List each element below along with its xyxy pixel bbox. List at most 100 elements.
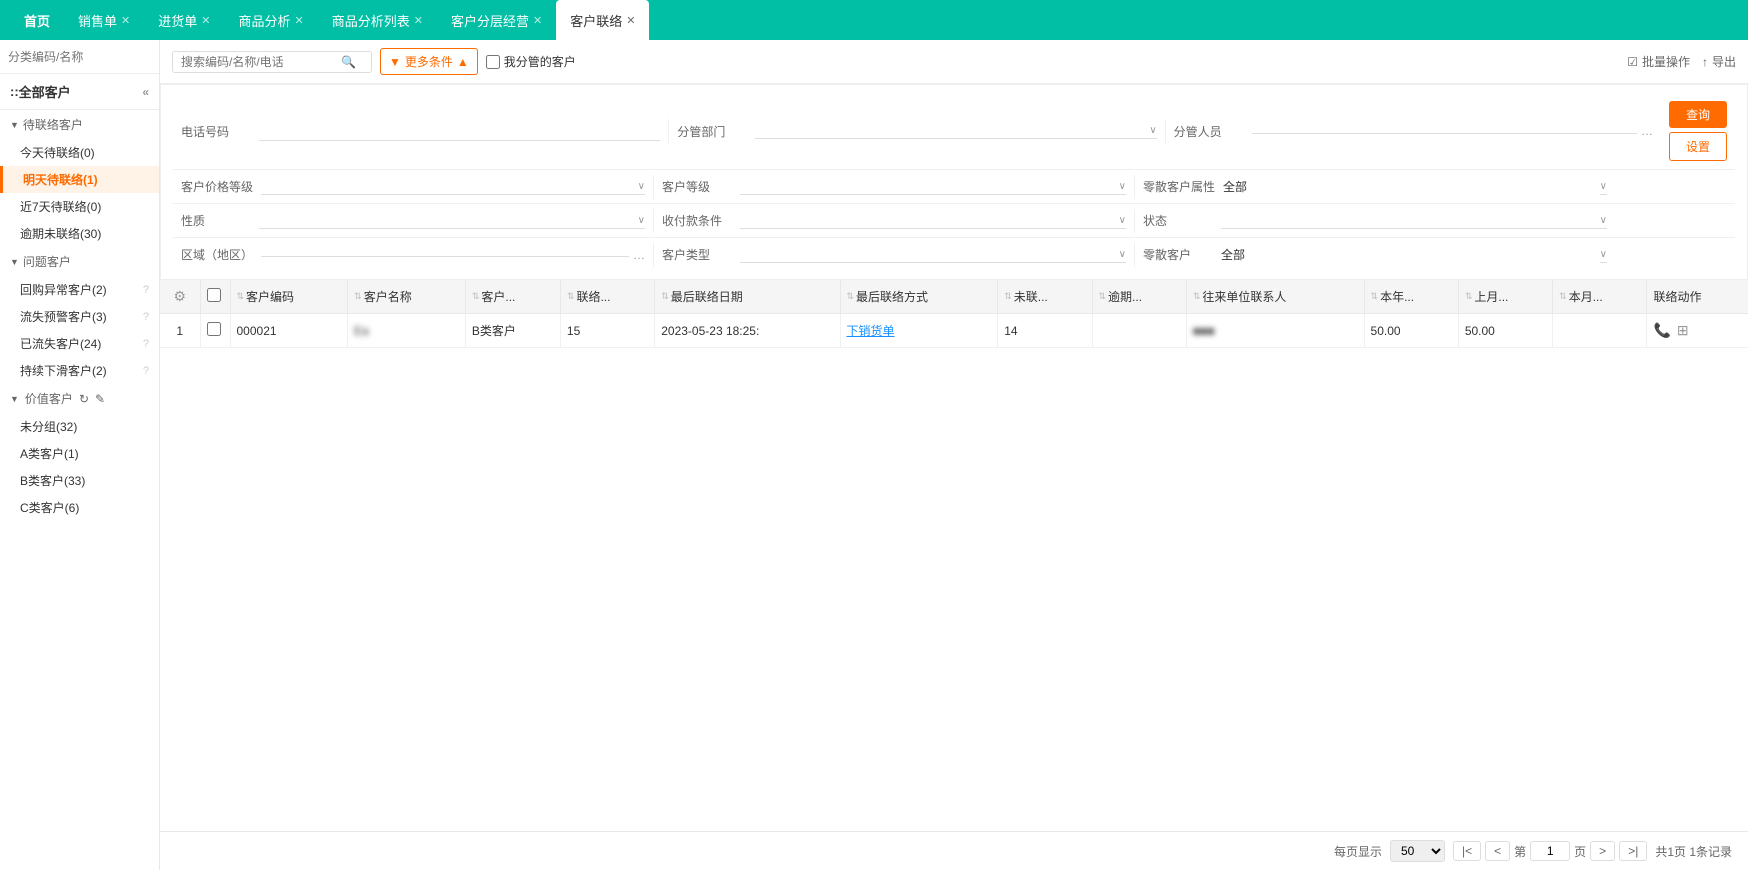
set-button[interactable]: 设置 bbox=[1669, 132, 1727, 161]
th-name[interactable]: ⇅ 客户名称 bbox=[348, 280, 466, 314]
th-type[interactable]: ⇅ 客户... bbox=[465, 280, 560, 314]
sidebar-item-week[interactable]: 近7天待联络(0) bbox=[0, 193, 159, 220]
search-input[interactable] bbox=[181, 55, 341, 69]
help-icon-repurchase[interactable]: ? bbox=[143, 284, 149, 296]
filter-select-payment[interactable]: ∨ bbox=[740, 213, 1126, 229]
row-checkbox[interactable] bbox=[207, 322, 221, 336]
sidebar-search-input[interactable] bbox=[8, 50, 160, 64]
sidebar-collapse-icon[interactable]: « bbox=[142, 85, 149, 99]
filter-select-price-level[interactable]: ∨ bbox=[261, 179, 645, 195]
page-size-label: 每页显示 bbox=[1334, 843, 1382, 860]
chevron-down-icon-retail-attr: ∨ bbox=[1600, 181, 1607, 192]
filter-select-manager[interactable] bbox=[1252, 129, 1637, 134]
sidebar-all-label: 全部客户 bbox=[19, 82, 71, 101]
sidebar-item-ungroup[interactable]: 未分组(32) bbox=[0, 413, 159, 440]
sidebar-item-repurchase[interactable]: 回购异常客户(2) ? bbox=[0, 276, 159, 303]
content-area: 🔍 ▼ 更多条件 ▲ 我分管的客户 ☑ 批量操作 ↑ 导出 bbox=[160, 40, 1748, 870]
pagination: |< < 第 页 > >| bbox=[1453, 841, 1647, 861]
nav-sales[interactable]: 销售单 ✕ bbox=[64, 0, 144, 40]
filter-select-dept[interactable]: ∨ bbox=[755, 123, 1156, 139]
th-overdue[interactable]: ⇅ 逾期... bbox=[1092, 280, 1186, 314]
customer-name-blurred: Ea bbox=[354, 324, 369, 338]
th-checkbox bbox=[200, 280, 230, 314]
last-contact-method-link[interactable]: 下销货单 bbox=[847, 324, 895, 338]
th-contact-count[interactable]: ⇅ 联络... bbox=[560, 280, 654, 314]
sidebar-all-customers[interactable]: :: 全部客户 « bbox=[0, 74, 159, 110]
sidebar-item-churned[interactable]: 已流失客户(24) ? bbox=[0, 330, 159, 357]
sort-icon-overdue: ⇅ bbox=[1099, 291, 1107, 302]
sidebar-item-churn-warning[interactable]: 流失预警客户(3) ? bbox=[0, 303, 159, 330]
main-layout: 🔍 :: 全部客户 « 待联络客户 今天待联络(0) 明天待联络(1) 近7天待… bbox=[0, 40, 1748, 870]
more-filter-btn[interactable]: ▼ 更多条件 ▲ bbox=[380, 48, 478, 75]
first-page-btn[interactable]: |< bbox=[1453, 841, 1481, 861]
th-last-date[interactable]: ⇅ 最后联络日期 bbox=[655, 280, 840, 314]
my-customers-checkbox[interactable] bbox=[486, 55, 500, 69]
filter-select-customer-level[interactable]: ∨ bbox=[740, 179, 1126, 195]
gear-settings-icon[interactable]: ⚙ bbox=[173, 288, 186, 304]
filter-select-retail-customer[interactable]: ∨ bbox=[1600, 247, 1607, 263]
customers-table: ⚙ ⇅ 客户编码 ⇅ bbox=[160, 280, 1748, 348]
filter-select-customer-type[interactable]: ∨ bbox=[740, 247, 1126, 263]
sidebar-item-today[interactable]: 今天待联络(0) bbox=[0, 139, 159, 166]
nav-customer-contact-close[interactable]: ✕ bbox=[626, 14, 635, 27]
sidebar-search-box[interactable]: 🔍 bbox=[0, 40, 159, 74]
nav-purchase-close[interactable]: ✕ bbox=[201, 14, 210, 27]
edit-icon[interactable]: ✎ bbox=[95, 392, 105, 406]
nav-goods-analysis-list-close[interactable]: ✕ bbox=[414, 14, 423, 27]
sidebar-item-class-b[interactable]: B类客户(33) bbox=[0, 467, 159, 494]
phone-action-icon[interactable]: 📞 bbox=[1653, 322, 1670, 339]
nav-home[interactable]: 首页 bbox=[10, 0, 64, 40]
my-customers-checkbox-label[interactable]: 我分管的客户 bbox=[486, 53, 576, 70]
nav-goods-analysis-list[interactable]: 商品分析列表 ✕ bbox=[318, 0, 437, 40]
th-contact-person[interactable]: ⇅ 往来单位联系人 bbox=[1186, 280, 1364, 314]
nav-purchase[interactable]: 进货单 ✕ bbox=[144, 0, 224, 40]
sidebar-item-class-a[interactable]: A类客户(1) bbox=[0, 440, 159, 467]
batch-ops-btn[interactable]: ☑ 批量操作 bbox=[1627, 53, 1690, 70]
grid-action-icon[interactable]: ⊞ bbox=[1677, 322, 1689, 339]
filter-dots-region[interactable]: … bbox=[633, 248, 645, 262]
cell-name: Ea bbox=[348, 314, 466, 348]
filter-row-4: 区域（地区） … 客户类型 ∨ 零散客户 全部 bbox=[173, 238, 1735, 271]
th-uncontacted[interactable]: ⇅ 未联... bbox=[998, 280, 1092, 314]
th-last-month[interactable]: ⇅ 上月... bbox=[1458, 280, 1552, 314]
nav-customer-contact[interactable]: 客户联络 ✕ bbox=[556, 0, 649, 40]
select-all-checkbox[interactable] bbox=[207, 288, 221, 302]
filter-row-1: 电话号码 分管部门 ∨ 分管人员 … bbox=[173, 93, 1735, 170]
filter-cell-status: 状态 ∨ bbox=[1135, 208, 1615, 233]
filter-select-status[interactable]: ∨ bbox=[1221, 213, 1607, 229]
sidebar-item-declining[interactable]: 持续下滑客户(2) ? bbox=[0, 357, 159, 384]
help-icon-churn-warning[interactable]: ? bbox=[143, 311, 149, 323]
last-page-btn[interactable]: >| bbox=[1619, 841, 1647, 861]
sidebar-item-overdue[interactable]: 逾期未联络(30) bbox=[0, 220, 159, 247]
th-this-year[interactable]: ⇅ 本年... bbox=[1364, 280, 1458, 314]
th-this-month[interactable]: ⇅ 本月... bbox=[1553, 280, 1647, 314]
filter-input-phone[interactable] bbox=[259, 122, 660, 141]
cell-code: 000021 bbox=[230, 314, 348, 348]
search-icon[interactable]: 🔍 bbox=[341, 55, 356, 69]
th-code[interactable]: ⇅ 客户编码 bbox=[230, 280, 348, 314]
nav-customer-tier[interactable]: 客户分层经营 ✕ bbox=[437, 0, 556, 40]
nav-customer-tier-close[interactable]: ✕ bbox=[533, 14, 542, 27]
filter-dots-manager[interactable]: … bbox=[1641, 124, 1653, 138]
nav-sales-close[interactable]: ✕ bbox=[121, 14, 130, 27]
nav-goods-analysis[interactable]: 商品分析 ✕ bbox=[224, 0, 317, 40]
query-button[interactable]: 查询 bbox=[1669, 101, 1727, 128]
filter-select-nature[interactable]: ∨ bbox=[259, 213, 645, 229]
filter-select-retail-attr[interactable]: ∨ bbox=[1600, 179, 1607, 195]
help-icon-declining[interactable]: ? bbox=[143, 365, 149, 377]
page-number-input[interactable] bbox=[1530, 841, 1570, 861]
next-page-btn[interactable]: > bbox=[1590, 841, 1615, 861]
filter-icon: ▼ bbox=[389, 55, 401, 69]
filter-select-region[interactable] bbox=[261, 252, 629, 257]
search-box[interactable]: 🔍 bbox=[172, 51, 372, 73]
refresh-icon[interactable]: ↻ bbox=[79, 392, 89, 406]
page-size-select[interactable]: 50 100 200 bbox=[1390, 840, 1445, 862]
help-icon-churned[interactable]: ? bbox=[143, 338, 149, 350]
sidebar-item-tomorrow[interactable]: 明天待联络(1) bbox=[0, 166, 159, 193]
sidebar-item-class-c[interactable]: C类客户(6) bbox=[0, 494, 159, 521]
prev-page-btn[interactable]: < bbox=[1485, 841, 1510, 861]
export-btn[interactable]: ↑ 导出 bbox=[1702, 53, 1736, 70]
nav-goods-analysis-close[interactable]: ✕ bbox=[295, 14, 304, 27]
th-last-method[interactable]: ⇅ 最后联络方式 bbox=[840, 280, 998, 314]
table-header-row: ⚙ ⇅ 客户编码 ⇅ bbox=[160, 280, 1748, 314]
